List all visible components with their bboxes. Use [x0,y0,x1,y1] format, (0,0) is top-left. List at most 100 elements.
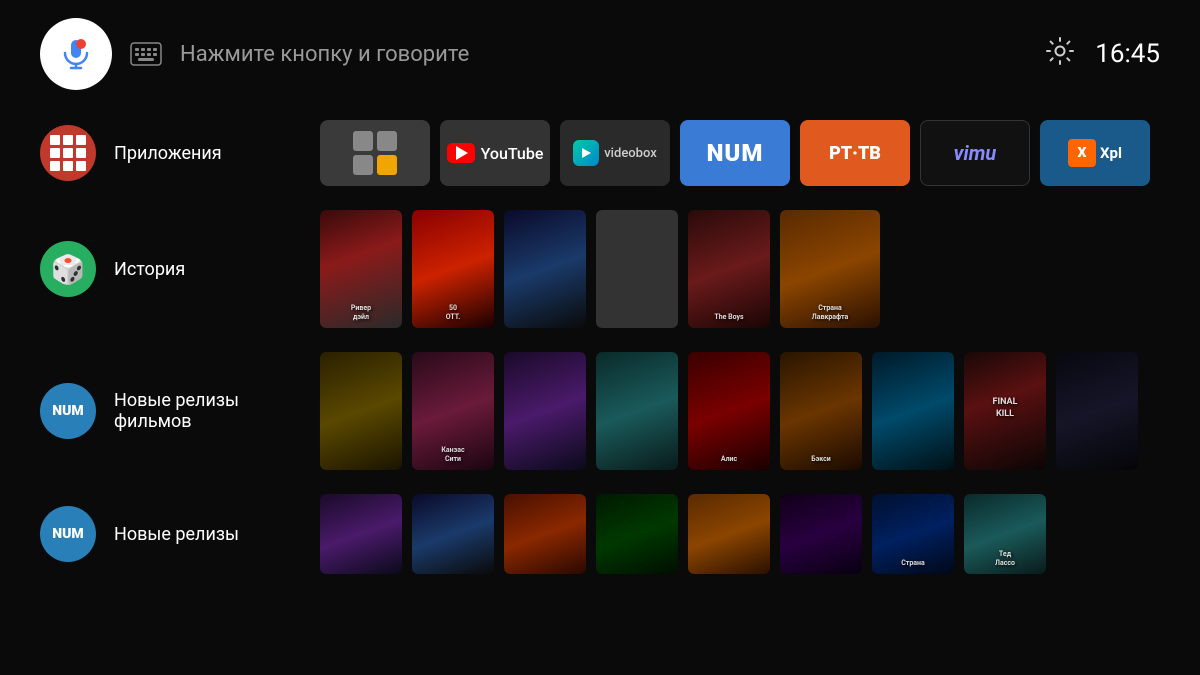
apps-row: Приложения YouTube [0,110,1200,196]
apps-icon[interactable] [40,125,96,181]
new-movies-row: NUM Новые релизы фильмов КанзасСити Али [0,342,1200,480]
num-label: NUM [707,139,764,167]
header: Нажмите кнопку и говорите 16:45 [0,0,1200,100]
history-row: 🎲 История Ривердэйл 50ОТТ. [0,200,1200,338]
youtube-label: YouTube [481,144,544,163]
mic-icon [58,36,94,72]
poster-title: ТедЛассо [991,548,1019,570]
poster-bg [412,494,494,574]
new-movie-1[interactable] [320,352,402,470]
youtube-icon [447,143,475,163]
new-series-8[interactable]: ТедЛассо [964,494,1046,574]
poster-title: Ривердэйл [347,302,375,324]
settings-icon[interactable] [1045,36,1075,73]
poster-title: The Boys [710,311,747,324]
header-right: 16:45 [1045,36,1160,73]
history-poster-2[interactable]: 50ОТТ. [412,210,494,328]
new-series-5[interactable] [688,494,770,574]
poster-bg [320,352,402,470]
new-movie-5[interactable]: Алис [688,352,770,470]
history-poster-4[interactable] [596,210,678,328]
new-series-row: NUM Новые релизы [0,484,1200,584]
history-poster-1[interactable]: Ривердэйл [320,210,402,328]
new-movies-items: КанзасСити Алис Бэкси [320,352,1200,470]
cube-icon: 🎲 [51,253,86,286]
app-youtube[interactable]: YouTube [440,120,550,186]
vimu-label: vimu [954,141,997,165]
apps-items: YouTube videobox NUM [320,120,1200,186]
new-movie-2[interactable]: КанзасСити [412,352,494,470]
poster-title: Страна [897,557,929,570]
poster-bg [780,494,862,574]
poster-bg: Страна [872,494,954,574]
history-poster-6[interactable]: СтранаЛавкрафта [780,210,880,328]
poster-bg: СтранаЛавкрафта [780,210,880,328]
new-movie-8[interactable]: FINALKILL [964,352,1046,470]
new-series-items: Страна ТедЛассо [320,494,1200,574]
new-series-7[interactable]: Страна [872,494,954,574]
keyboard-icon[interactable] [128,36,164,72]
history-poster-5[interactable]: The Boys [688,210,770,328]
app-all[interactable] [320,120,430,186]
new-series-label-area: NUM Новые релизы [0,506,320,562]
poster-bg [688,494,770,574]
new-series-title: Новые релизы [114,524,239,545]
new-movies-label-area: NUM Новые релизы фильмов [0,383,320,439]
new-series-3[interactable] [504,494,586,574]
app-pttv[interactable]: PT·TB [800,120,910,186]
pttv-label: PT·TB [829,143,881,164]
app-xplay[interactable]: X Xpl [1040,120,1150,186]
new-movie-6[interactable]: Бэкси [780,352,862,470]
xplay-label: Xpl [1100,144,1122,162]
new-movie-9[interactable] [1056,352,1138,470]
poster-bg: ТедЛассо [964,494,1046,574]
poster-bg: FINALKILL [964,352,1046,470]
poster-bg [872,352,954,470]
history-icon[interactable]: 🎲 [40,241,96,297]
new-series-6[interactable] [780,494,862,574]
new-series-1[interactable] [320,494,402,574]
clock: 16:45 [1095,39,1160,69]
app-vimu[interactable]: vimu [920,120,1030,186]
new-series-4[interactable] [596,494,678,574]
new-movie-7[interactable] [872,352,954,470]
videobox-logo: videobox [573,140,657,166]
videobox-label: videobox [604,146,657,161]
poster-bg [504,210,586,328]
videobox-icon [573,140,599,166]
new-movies-icon[interactable]: NUM [40,383,96,439]
history-title: История [114,259,185,280]
apps-title: Приложения [114,143,222,164]
poster-bg [504,352,586,470]
mic-button[interactable] [40,18,112,90]
new-movie-3[interactable] [504,352,586,470]
num-icon-label: NUM [52,403,83,419]
poster-title: КанзасСити [437,444,468,466]
new-movie-4[interactable] [596,352,678,470]
poster-bg [596,210,678,328]
new-series-icon[interactable]: NUM [40,506,96,562]
app-videobox[interactable]: videobox [560,120,670,186]
new-movies-title: Новые релизы фильмов [114,390,320,432]
poster-title: СтранаЛавкрафта [808,302,852,324]
poster-bg: The Boys [688,210,770,328]
poster-bg [504,494,586,574]
app-num[interactable]: NUM [680,120,790,186]
poster-title: FINALKILL [989,395,1022,422]
new-series-2[interactable] [412,494,494,574]
apps-grid-icon [40,125,96,181]
history-poster-3[interactable] [504,210,586,328]
history-items: Ривердэйл 50ОТТ. The Boys Ст [320,210,1200,328]
xplay-logo: X Xpl [1068,139,1122,167]
poster-title: Бэкси [807,453,835,466]
poster-bg: Алис [688,352,770,470]
poster-bg: Ривердэйл [320,210,402,328]
num-icon-label2: NUM [52,526,83,542]
youtube-logo: YouTube [447,143,544,163]
poster-title: 50ОТТ. [442,302,465,324]
poster-title: Алис [717,453,741,466]
search-hint: Нажмите кнопку и говорите [180,42,1029,67]
poster-bg: 50ОТТ. [412,210,494,328]
poster-bg: КанзасСити [412,352,494,470]
xplay-icon: X [1068,139,1096,167]
